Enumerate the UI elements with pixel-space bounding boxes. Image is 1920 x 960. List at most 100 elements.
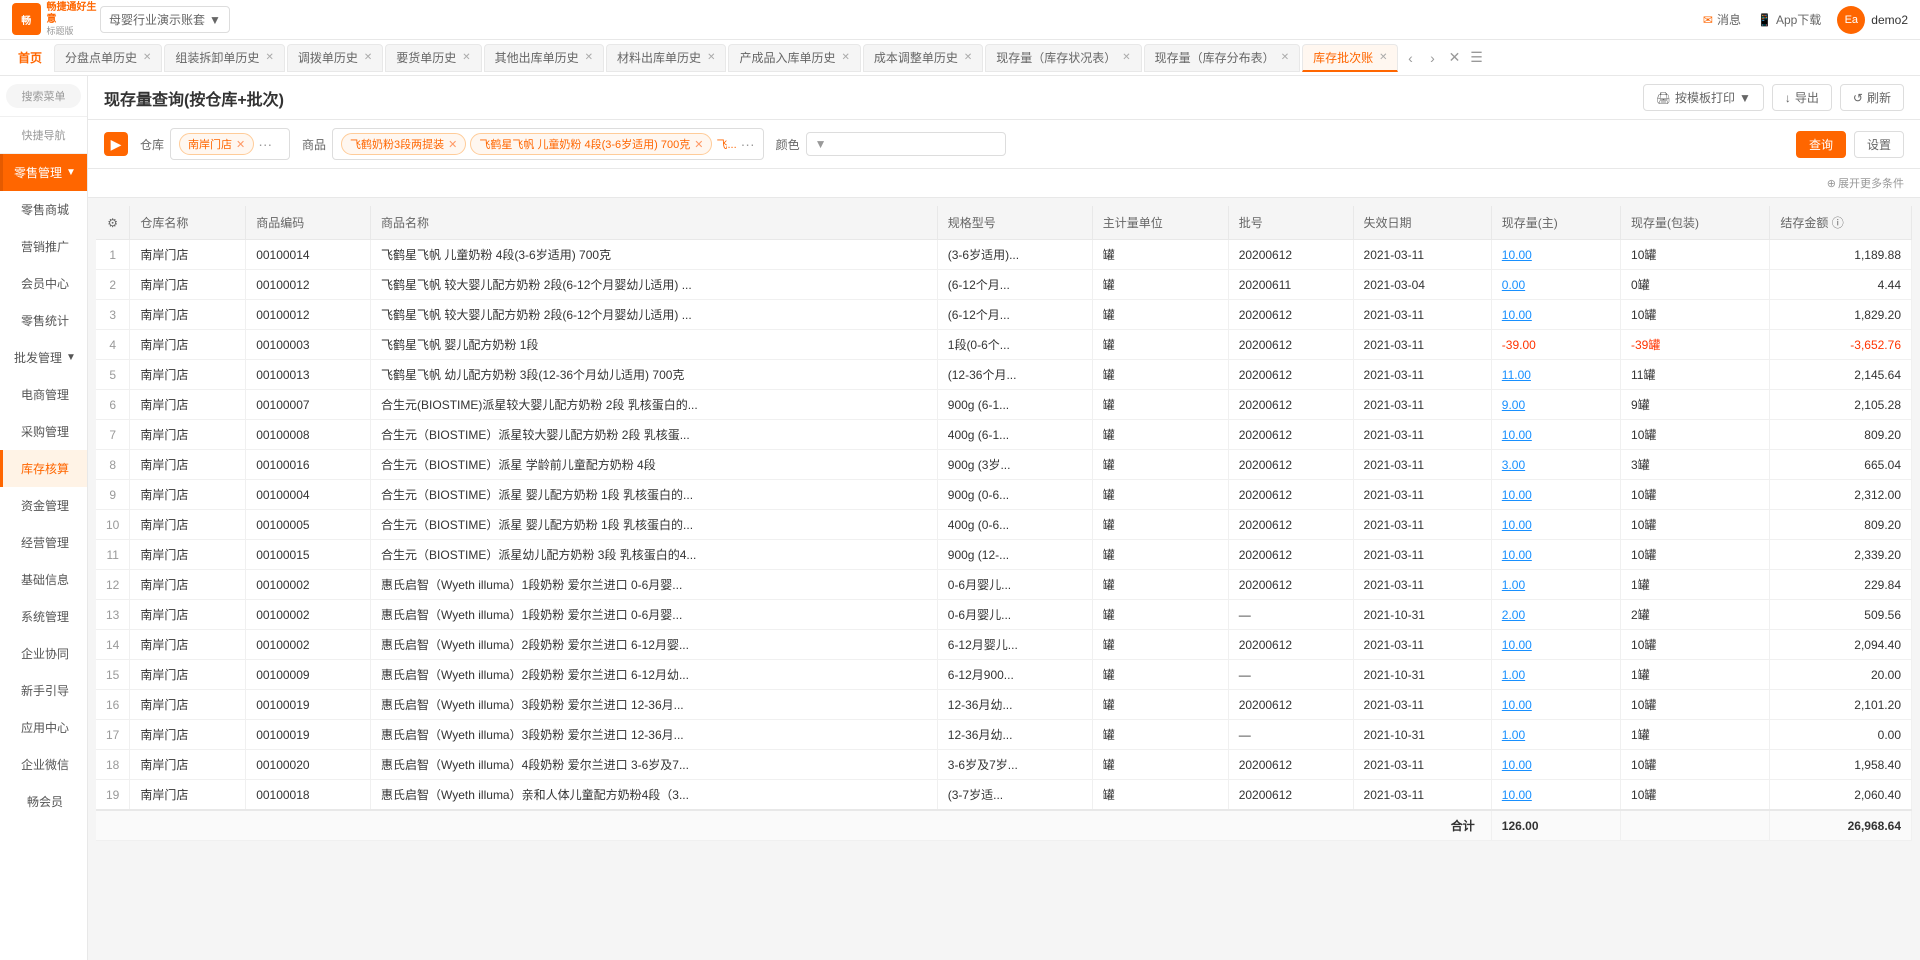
row-qty-main[interactable]: 10.00 — [1491, 420, 1620, 450]
account-selector[interactable]: 母婴行业演示账套 ▼ — [100, 6, 230, 33]
sidebar-item-pifa[interactable]: 批发管理 ▼ — [0, 339, 87, 376]
row-qty-main[interactable]: 3.00 — [1491, 450, 1620, 480]
table-row: 14南岸门店00100002惠氏启智（Wyeth illuma）2段奶粉 爱尔兰… — [96, 630, 1912, 660]
sidebar-item-xitong[interactable]: 系统管理 — [0, 598, 87, 635]
row-name: 惠氏启智（Wyeth illuma）4段奶粉 爱尔兰进口 3-6岁及7... — [371, 750, 938, 780]
expand-conditions-bar: ⊕ 展开更多条件 — [88, 169, 1920, 198]
row-batch: — — [1228, 660, 1353, 690]
row-qty-main[interactable]: 10.00 — [1491, 240, 1620, 270]
row-name: 惠氏启智（Wyeth illuma）3段奶粉 爱尔兰进口 12-36月... — [371, 690, 938, 720]
warehouse-tag-close[interactable]: ✕ — [236, 138, 245, 151]
row-qty-main[interactable]: 10.00 — [1491, 540, 1620, 570]
tab-nav-prev[interactable]: ‹ — [1400, 44, 1420, 72]
sidebar-item-lingshoutj[interactable]: 零售统计 — [0, 302, 87, 339]
tab-home[interactable]: 首页 — [8, 44, 52, 72]
sidebar-item-xinshou[interactable]: 新手引导 — [0, 672, 87, 709]
row-expire: 2021-03-11 — [1353, 510, 1491, 540]
tab-zuzhuang[interactable]: 组装拆卸单历史 ✕ — [164, 44, 284, 72]
sidebar-item-jingying[interactable]: 经营管理 — [0, 524, 87, 561]
warehouse-input[interactable]: 南岸门店 ✕ ··· — [170, 128, 290, 160]
col-spec: 规格型号 — [937, 206, 1092, 240]
row-warehouse: 南岸门店 — [130, 240, 246, 270]
row-qty-main[interactable]: 10.00 — [1491, 690, 1620, 720]
row-amount: 2,312.00 — [1770, 480, 1912, 510]
row-qty-main[interactable]: -39.00 — [1491, 330, 1620, 360]
row-qty-main[interactable]: 10.00 — [1491, 780, 1620, 811]
row-qty-main[interactable]: 10.00 — [1491, 510, 1620, 540]
row-expire: 2021-03-11 — [1353, 540, 1491, 570]
chevron-down-icon: ⊕ — [1827, 177, 1836, 190]
row-expire: 2021-03-11 — [1353, 750, 1491, 780]
message-btn[interactable]: ✉ 消息 — [1703, 11, 1741, 28]
col-expire: 失效日期 — [1353, 206, 1491, 240]
row-qty-main[interactable]: 1.00 — [1491, 570, 1620, 600]
quick-nav-label[interactable]: 快捷导航 — [0, 123, 87, 147]
row-qty-main[interactable]: 0.00 — [1491, 270, 1620, 300]
warehouse-more[interactable]: ··· — [258, 136, 272, 152]
sidebar-item-huiyuan[interactable]: 会员中心 — [0, 265, 87, 302]
tab-fenpan[interactable]: 分盘点单历史 ✕ — [54, 44, 162, 72]
row-qty-pkg: 10罐 — [1621, 420, 1770, 450]
tab-nav-next[interactable]: › — [1422, 44, 1442, 72]
sidebar-item-qiye[interactable]: 企业协同 — [0, 635, 87, 672]
sidebar-item-changhui[interactable]: 畅会员 — [0, 783, 87, 820]
tab-chengben[interactable]: 成本调整单历史 ✕ — [863, 44, 983, 72]
row-qty-main[interactable]: 11.00 — [1491, 360, 1620, 390]
row-qty-main[interactable]: 10.00 — [1491, 300, 1620, 330]
tab-cailiao[interactable]: 材料出库单历史 ✕ — [606, 44, 726, 72]
product-filter: 商品 飞鹤奶粉3段两提装 ✕ 飞鹤星飞帆 儿童奶粉 4段(3-6岁适用) 700… — [302, 128, 764, 160]
row-qty-main[interactable]: 1.00 — [1491, 660, 1620, 690]
template-print-btn[interactable]: 🖨 按模板打印 ▼ — [1643, 84, 1764, 111]
row-qty-main[interactable]: 1.00 — [1491, 720, 1620, 750]
expand-conditions-btn[interactable]: ⊕ 展开更多条件 — [1827, 175, 1904, 191]
app-download-btn[interactable]: 📱 App下载 — [1757, 11, 1821, 28]
tab-xiancunliang2[interactable]: 现存量（库存分布表） ✕ — [1144, 44, 1300, 72]
sidebar-item-lingshoucheng[interactable]: 零售商城 — [0, 191, 87, 228]
row-spec: 900g (12-... — [937, 540, 1092, 570]
row-qty-pkg: 10罐 — [1621, 780, 1770, 811]
topbar-right: ✉ 消息 📱 App下载 Ea demo2 — [1703, 6, 1908, 34]
sidebar-item-dianshang[interactable]: 电商管理 — [0, 376, 87, 413]
row-qty-pkg: 10罐 — [1621, 480, 1770, 510]
sidebar-item-zijin[interactable]: 资金管理 — [0, 487, 87, 524]
product-dots[interactable]: ··· — [741, 136, 755, 152]
tab-kucunpici[interactable]: 库存批次账 ✕ — [1302, 44, 1398, 72]
row-qty-main[interactable]: 10.00 — [1491, 480, 1620, 510]
tab-nav-menu[interactable]: ☰ — [1466, 44, 1486, 72]
sidebar-item-weixin[interactable]: 企业微信 — [0, 746, 87, 783]
row-code: 00100003 — [246, 330, 371, 360]
row-qty-main[interactable]: 10.00 — [1491, 630, 1620, 660]
tab-yaohuo[interactable]: 要货单历史 ✕ — [385, 44, 481, 72]
product-input[interactable]: 飞鹤奶粉3段两提装 ✕ 飞鹤星飞帆 儿童奶粉 4段(3-6岁适用) 700克 ✕… — [332, 128, 764, 160]
sidebar-item-yingxiao[interactable]: 营销推广 — [0, 228, 87, 265]
row-qty-main[interactable]: 9.00 — [1491, 390, 1620, 420]
tab-xiancunliang1[interactable]: 现存量（库存状况表） ✕ — [985, 44, 1141, 72]
row-amount: 1,829.20 — [1770, 300, 1912, 330]
row-qty-main[interactable]: 10.00 — [1491, 750, 1620, 780]
row-amount: 229.84 — [1770, 570, 1912, 600]
sidebar-item-yingyong[interactable]: 应用中心 — [0, 709, 87, 746]
search-menu-btn[interactable]: 搜索菜单 — [6, 84, 81, 108]
table-row: 17南岸门店00100019惠氏启智（Wyeth illuma）3段奶粉 爱尔兰… — [96, 720, 1912, 750]
row-qty-main[interactable]: 2.00 — [1491, 600, 1620, 630]
tab-qitachuku[interactable]: 其他出库单历史 ✕ — [484, 44, 604, 72]
row-code: 00100009 — [246, 660, 371, 690]
settings-btn[interactable]: 设置 — [1854, 131, 1904, 158]
tab-nav-close[interactable]: ✕ — [1444, 44, 1464, 72]
table-row: 6南岸门店00100007合生元(BIOSTIME)派星较大婴儿配方奶粉 2段 … — [96, 390, 1912, 420]
sidebar-item-jichu[interactable]: 基础信息 — [0, 561, 87, 598]
sidebar-item-kucunhesuan[interactable]: 库存核算 — [0, 450, 87, 487]
color-input[interactable]: ▼ — [806, 132, 1006, 156]
tab-chengpin[interactable]: 产成品入库单历史 ✕ — [728, 44, 860, 72]
query-btn[interactable]: 查询 — [1796, 131, 1846, 158]
export-btn[interactable]: ↓ 导出 — [1772, 84, 1832, 111]
table-row: 1南岸门店00100014飞鹤星飞帆 儿童奶粉 4段(3-6岁适用) 700克(… — [96, 240, 1912, 270]
sidebar-item-lingshoucm[interactable]: 零售管理 ▼ — [0, 154, 87, 191]
sidebar-item-caigou[interactable]: 采购管理 — [0, 413, 87, 450]
tab-diaobo[interactable]: 调拨单历史 ✕ — [287, 44, 383, 72]
refresh-btn[interactable]: ↺ 刷新 — [1840, 84, 1904, 111]
row-batch: 20200612 — [1228, 540, 1353, 570]
filter-expand-btn[interactable]: ▶ — [104, 132, 128, 156]
row-spec: 900g (3岁... — [937, 450, 1092, 480]
row-unit: 罐 — [1092, 660, 1228, 690]
